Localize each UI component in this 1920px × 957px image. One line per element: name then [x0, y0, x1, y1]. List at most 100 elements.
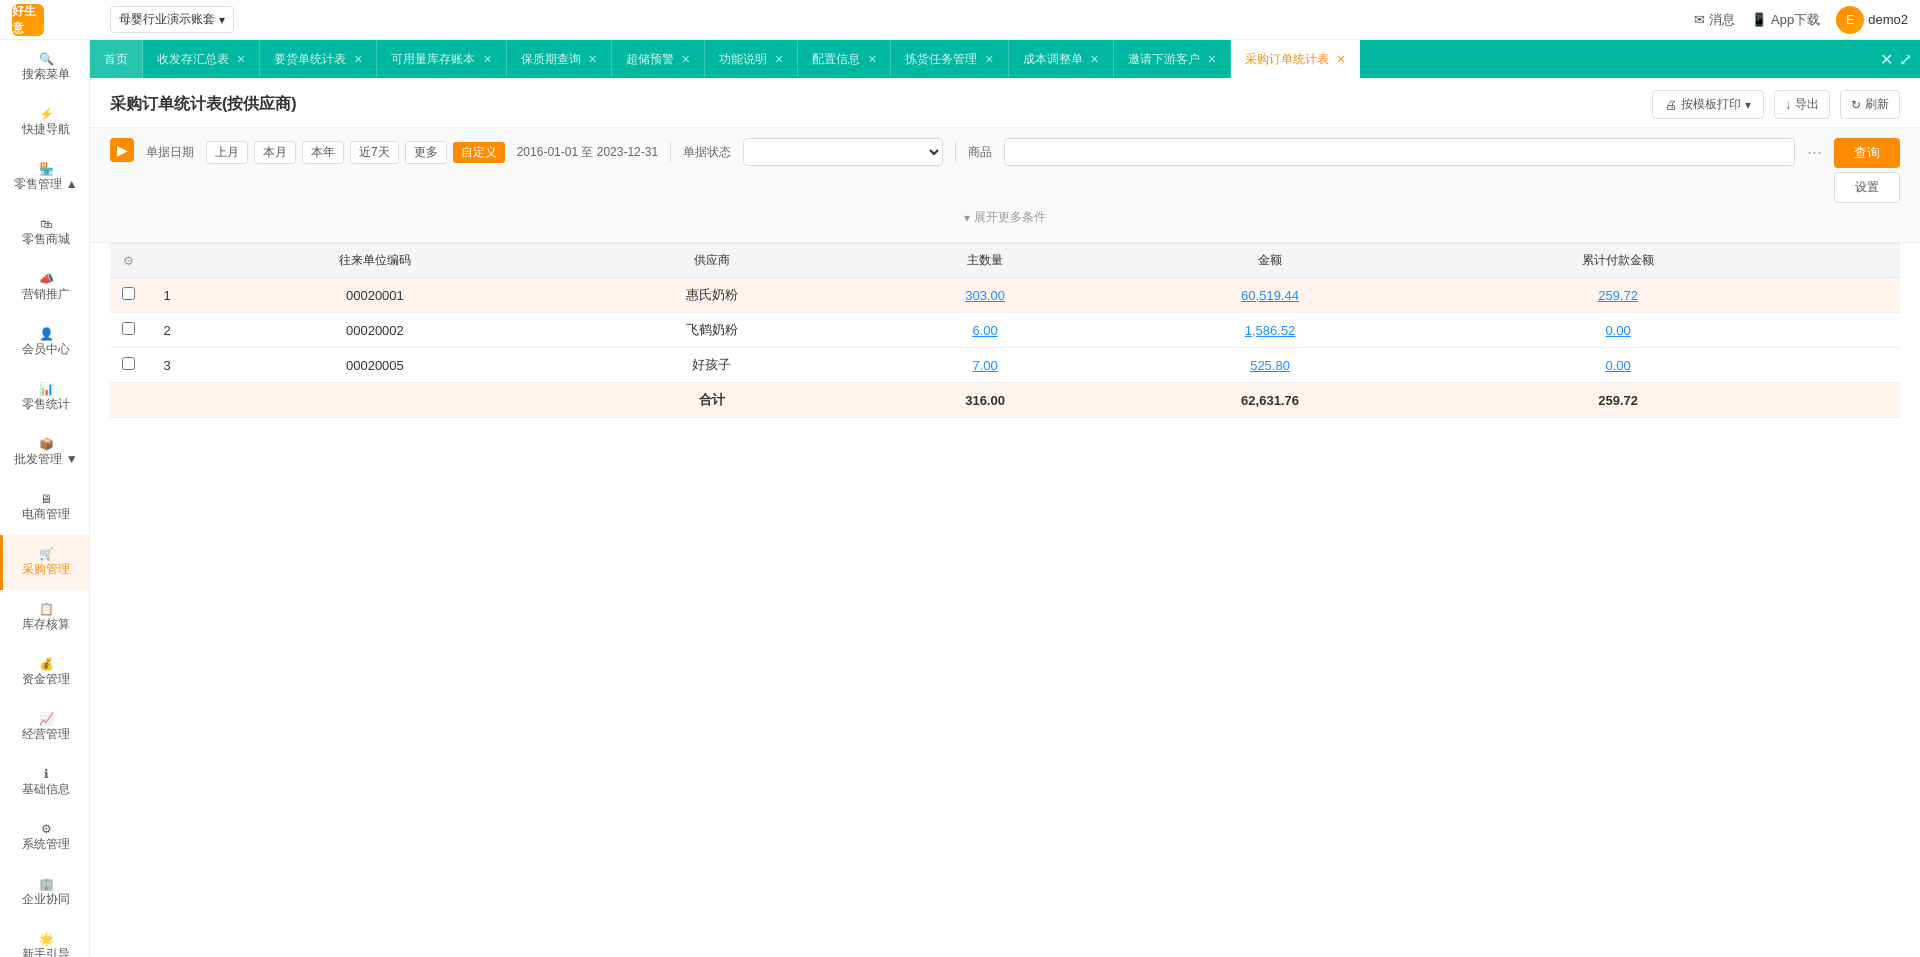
col-amount-header: 金额 — [1110, 244, 1430, 278]
sidebar-item-enterprise[interactable]: 🏢 企业协同 — [0, 865, 89, 920]
sidebar-item-label: 企业协同 — [9, 891, 83, 908]
table-settings-icon[interactable]: ⚙ — [123, 254, 134, 268]
tab-close-all-button[interactable]: ✕ — [1880, 50, 1893, 69]
messages-button[interactable]: ✉ 消息 — [1694, 11, 1735, 29]
tab-close-icon[interactable]: × — [682, 51, 690, 67]
row-paid[interactable]: 259.72 — [1430, 278, 1806, 313]
tab-close-icon[interactable]: × — [483, 51, 491, 67]
tab-close-icon[interactable]: × — [868, 51, 876, 67]
sidebar-item-inventory[interactable]: 📋 库存核算 — [0, 590, 89, 645]
tab-close-icon[interactable]: × — [354, 51, 362, 67]
tab-expiry[interactable]: 保质期查询 × — [507, 40, 612, 78]
settings-button[interactable]: 设置 — [1834, 172, 1900, 203]
tab-receivable[interactable]: 收发存汇总表 × — [143, 40, 260, 78]
tab-home[interactable]: 首页 — [90, 40, 143, 78]
goods-input[interactable] — [1004, 138, 1795, 166]
tab-close-icon[interactable]: × — [589, 51, 597, 67]
row-amount[interactable]: 1,586.52 — [1110, 313, 1430, 348]
row-quantity[interactable]: 303.00 — [860, 278, 1110, 313]
row-checkbox[interactable] — [110, 348, 147, 383]
row-quantity[interactable]: 7.00 — [860, 348, 1110, 383]
row-supplier: 惠氏奶粉 — [563, 278, 860, 313]
sidebar-item-operation[interactable]: 📈 经营管理 — [0, 700, 89, 755]
sidebar-item-member[interactable]: 👤 会员中心 — [0, 315, 89, 370]
export-button[interactable]: ↓ 导出 — [1774, 90, 1830, 119]
goods-more-icon[interactable]: ··· — [1807, 142, 1822, 163]
sidebar-item-quick-nav[interactable]: ⚡ 快捷导航 — [0, 95, 89, 150]
sidebar-item-search[interactable]: 🔍 搜索菜单 — [0, 40, 89, 95]
row-quantity[interactable]: 6.00 — [860, 313, 1110, 348]
sidebar-item-label: 零售统计 — [9, 396, 83, 413]
sidebar-item-marketing[interactable]: 📣 营销推广 — [0, 260, 89, 315]
tab-invite-downstream[interactable]: 邀请下游客户 × — [1114, 40, 1231, 78]
query-button[interactable]: 查询 — [1834, 138, 1900, 168]
tab-close-icon[interactable]: × — [237, 51, 245, 67]
sidebar-item-basic-info[interactable]: ℹ 基础信息 — [0, 755, 89, 810]
sidebar-item-finance[interactable]: 💰 资金管理 — [0, 645, 89, 700]
date-btn-7days[interactable]: 近7天 — [350, 141, 399, 164]
row-paid[interactable]: 0.00 — [1430, 313, 1806, 348]
tab-fullscreen-button[interactable]: ⤢ — [1899, 50, 1912, 69]
sidebar-item-label: 新手引导 — [9, 946, 83, 957]
row-amount[interactable]: 60,519.44 — [1110, 278, 1430, 313]
tab-label: 采购订单统计表 — [1245, 51, 1329, 68]
date-btn-this-year[interactable]: 本年 — [302, 141, 344, 164]
tab-close-icon[interactable]: × — [985, 51, 993, 67]
row-amount[interactable]: 525.80 — [1110, 348, 1430, 383]
tab-function-desc[interactable]: 功能说明 × — [705, 40, 798, 78]
sidebar-item-ecommerce[interactable]: 🖥 电商管理 — [0, 480, 89, 535]
filter-row-1: 单据日期 上月 本月 本年 近7天 更多 自定义 2016-01-01 至 20… — [146, 138, 1822, 166]
sidebar-item-retail[interactable]: 🏪 零售管理 ▲ — [0, 150, 89, 205]
app-download-button[interactable]: 📱 App下载 — [1751, 11, 1820, 29]
content-area: 首页 收发存汇总表 × 要货单统计表 × 可用量库存账本 × 保质期查询 × — [90, 40, 1920, 957]
expand-more-bar[interactable]: ▾ 展开更多条件 — [110, 203, 1900, 232]
workspace-selector[interactable]: 母婴行业演示账套 ▾ — [110, 6, 234, 33]
enterprise-icon: 🏢 — [9, 877, 83, 891]
sidebar-item-retail-stat[interactable]: 📊 零售统计 — [0, 370, 89, 425]
workspace-name: 母婴行业演示账套 — [119, 11, 215, 28]
tab-cost-adjust[interactable]: 成本调整单 × — [1009, 40, 1114, 78]
user-area[interactable]: E demo2 — [1836, 6, 1908, 34]
tab-inventory[interactable]: 可用量库存账本 × — [377, 40, 506, 78]
tab-label: 超储预警 — [626, 51, 674, 68]
status-select[interactable] — [743, 138, 943, 166]
sidebar-item-label: 电商管理 — [9, 506, 83, 523]
operation-icon: 📈 — [9, 712, 83, 726]
tab-purchase-summary[interactable]: 要货单统计表 × — [260, 40, 377, 78]
sidebar-item-retail-shop[interactable]: 🛍 零售商城 — [0, 205, 89, 260]
sidebar-item-wholesale[interactable]: 📦 批发管理 ▼ — [0, 425, 89, 480]
tab-close-icon[interactable]: × — [1208, 51, 1216, 67]
tab-close-icon[interactable]: × — [775, 51, 783, 67]
row-paid[interactable]: 0.00 — [1430, 348, 1806, 383]
row-checkbox[interactable] — [110, 313, 147, 348]
tab-config-info[interactable]: 配置信息 × — [798, 40, 891, 78]
top-right: ✉ 消息 📱 App下载 E demo2 — [1694, 6, 1908, 34]
print-icon: 🖨 — [1665, 98, 1677, 112]
sidebar-item-label: 批发管理 ▼ — [9, 451, 83, 468]
refresh-button[interactable]: ↻ 刷新 — [1840, 90, 1900, 119]
date-btn-this-month[interactable]: 本月 — [254, 141, 296, 164]
row-index: 3 — [147, 348, 187, 383]
logo-icon: 好生意 — [12, 4, 44, 36]
total-extra — [1806, 383, 1900, 418]
tab-picking-task[interactable]: 拣货任务管理 × — [891, 40, 1008, 78]
user-name: demo2 — [1868, 12, 1908, 27]
sidebar-item-label: 会员中心 — [9, 341, 83, 358]
sidebar-item-purchase[interactable]: 🛒 采购管理 — [0, 535, 89, 590]
filter-expand-button[interactable]: ▶ — [110, 138, 134, 162]
date-btn-more[interactable]: 更多 — [405, 141, 447, 164]
expand-more-label: 展开更多条件 — [974, 209, 1046, 226]
print-button[interactable]: 🖨 按模板打印 ▾ — [1652, 90, 1764, 119]
page-title-bar: 采购订单统计表(按供应商) 🖨 按模板打印 ▾ ↓ 导出 ↻ — [90, 78, 1920, 128]
col-extra — [1806, 244, 1900, 278]
tab-purchase-order-stat[interactable]: 采购订单统计表 × — [1231, 40, 1360, 78]
date-btn-last-month[interactable]: 上月 — [206, 141, 248, 164]
tab-close-icon[interactable]: × — [1337, 51, 1345, 67]
row-checkbox[interactable] — [110, 278, 147, 313]
tab-overstock[interactable]: 超储预警 × — [612, 40, 705, 78]
sidebar-item-system[interactable]: ⚙ 系统管理 — [0, 810, 89, 865]
tab-close-icon[interactable]: × — [1091, 51, 1099, 67]
date-custom-badge[interactable]: 自定义 — [453, 142, 505, 163]
filter-divider-2 — [955, 142, 956, 162]
sidebar-item-new-guide[interactable]: 🌟 新手引导 — [0, 920, 89, 957]
